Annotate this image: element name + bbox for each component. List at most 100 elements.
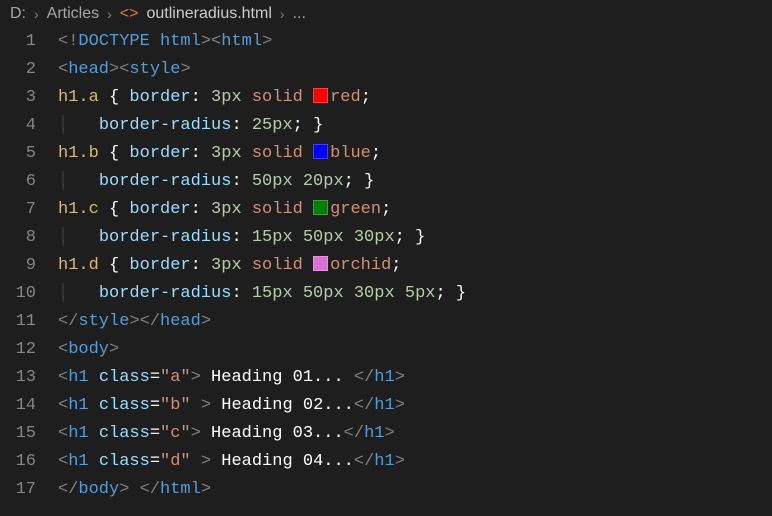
selector: h1.a (58, 88, 99, 107)
line-number: 13 (0, 364, 36, 392)
token: { (109, 144, 129, 163)
token: : (191, 88, 211, 107)
token: : (231, 116, 251, 135)
token (191, 452, 201, 471)
token: : (231, 284, 251, 303)
code-line[interactable]: <h1 class="b" > Heading 02...</h1> (58, 392, 772, 420)
selector: h1.c (58, 200, 99, 219)
token (129, 480, 139, 499)
token (303, 200, 313, 219)
code-line[interactable]: <!DOCTYPE html><html> (58, 28, 772, 56)
property: border (129, 144, 190, 163)
code-line[interactable]: │ border-radius: 25px; } (58, 112, 772, 140)
token (89, 368, 99, 387)
html-file-icon: <> (120, 5, 139, 23)
breadcrumb-more[interactable]: ... (293, 5, 306, 23)
property: border (129, 88, 190, 107)
token: > (201, 312, 211, 331)
token: > (109, 60, 119, 79)
value: blue (330, 144, 371, 163)
property: border (129, 200, 190, 219)
code-line[interactable]: </body> </html> (58, 476, 772, 504)
value: 3px (211, 200, 242, 219)
line-number: 6 (0, 168, 36, 196)
line-number: 3 (0, 84, 36, 112)
code-line[interactable]: h1.b { border: 3px solid blue; (58, 140, 772, 168)
chevron-right-icon: › (107, 6, 112, 22)
attr: class (99, 424, 150, 443)
line-number: 2 (0, 56, 36, 84)
token: </ (140, 312, 160, 331)
line-number: 7 (0, 196, 36, 224)
code-line[interactable]: │ border-radius: 50px 20px; } (58, 168, 772, 196)
code-line[interactable]: │ border-radius: 15px 50px 30px 5px; } (58, 280, 772, 308)
token: : (231, 228, 251, 247)
token: : (191, 256, 211, 275)
code-line[interactable]: </style></head> (58, 308, 772, 336)
token: </ (58, 480, 78, 499)
color-swatch-blue[interactable] (313, 144, 328, 159)
code-line[interactable]: │ border-radius: 15px 50px 30px; } (58, 224, 772, 252)
token: h1 (374, 452, 394, 471)
token: style (78, 312, 129, 331)
token: } (456, 284, 466, 303)
line-number-gutter: 1 2 3 4 5 6 7 8 9 10 11 12 13 14 15 16 1… (0, 28, 58, 504)
breadcrumb-file[interactable]: outlineradius.html (146, 5, 271, 23)
token (242, 200, 252, 219)
code-editor[interactable]: 1 2 3 4 5 6 7 8 9 10 11 12 13 14 15 16 1… (0, 26, 772, 504)
token: > (201, 32, 211, 51)
token: > (384, 424, 394, 443)
token: = (150, 424, 160, 443)
code-line[interactable]: h1.a { border: 3px solid red; (58, 84, 772, 112)
token: } (364, 172, 374, 191)
line-number: 11 (0, 308, 36, 336)
token: > (201, 396, 211, 415)
token: > (191, 368, 201, 387)
color-swatch-green[interactable] (313, 200, 328, 215)
line-number: 5 (0, 140, 36, 168)
token: h1 (374, 368, 394, 387)
code-line[interactable]: <h1 class="c"> Heading 03...</h1> (58, 420, 772, 448)
token: ; (391, 256, 401, 275)
value: 3px (211, 144, 242, 163)
breadcrumb-folder[interactable]: Articles (47, 5, 99, 23)
attr: class (99, 452, 150, 471)
token: : (191, 144, 211, 163)
line-number: 12 (0, 336, 36, 364)
attr-value: "d" (160, 452, 191, 471)
token: DOCTYPE (78, 32, 149, 51)
text: Heading 03... (201, 424, 344, 443)
token: = (150, 396, 160, 415)
indent-guide: │ (58, 284, 99, 303)
code-line[interactable]: <h1 class="a"> Heading 01... </h1> (58, 364, 772, 392)
line-number: 9 (0, 252, 36, 280)
property: border-radius (99, 228, 232, 247)
color-swatch-red[interactable] (313, 88, 328, 103)
token: style (129, 60, 180, 79)
token: > (395, 452, 405, 471)
token: </ (354, 368, 374, 387)
token: html (160, 32, 201, 51)
code-line[interactable]: <body> (58, 336, 772, 364)
token: > (395, 368, 405, 387)
token: h1 (68, 368, 88, 387)
token: < (58, 396, 68, 415)
value: orchid (330, 256, 391, 275)
code-line[interactable]: h1.d { border: 3px solid orchid; (58, 252, 772, 280)
token: < (58, 340, 68, 359)
code-content[interactable]: <!DOCTYPE html><html> <head><style> h1.a… (58, 28, 772, 504)
code-line[interactable]: <h1 class="d" > Heading 04...</h1> (58, 448, 772, 476)
line-number: 1 (0, 28, 36, 56)
token: < (58, 424, 68, 443)
token: head (160, 312, 201, 331)
property: border (129, 256, 190, 275)
code-line[interactable]: h1.c { border: 3px solid green; (58, 196, 772, 224)
token: > (180, 60, 190, 79)
token (303, 144, 313, 163)
token: > (201, 452, 211, 471)
breadcrumb[interactable]: D: › Articles › <> outlineradius.html › … (0, 0, 772, 26)
color-swatch-orchid[interactable] (313, 256, 328, 271)
code-line[interactable]: <head><style> (58, 56, 772, 84)
chevron-right-icon: › (34, 6, 39, 22)
breadcrumb-drive[interactable]: D: (10, 5, 26, 23)
